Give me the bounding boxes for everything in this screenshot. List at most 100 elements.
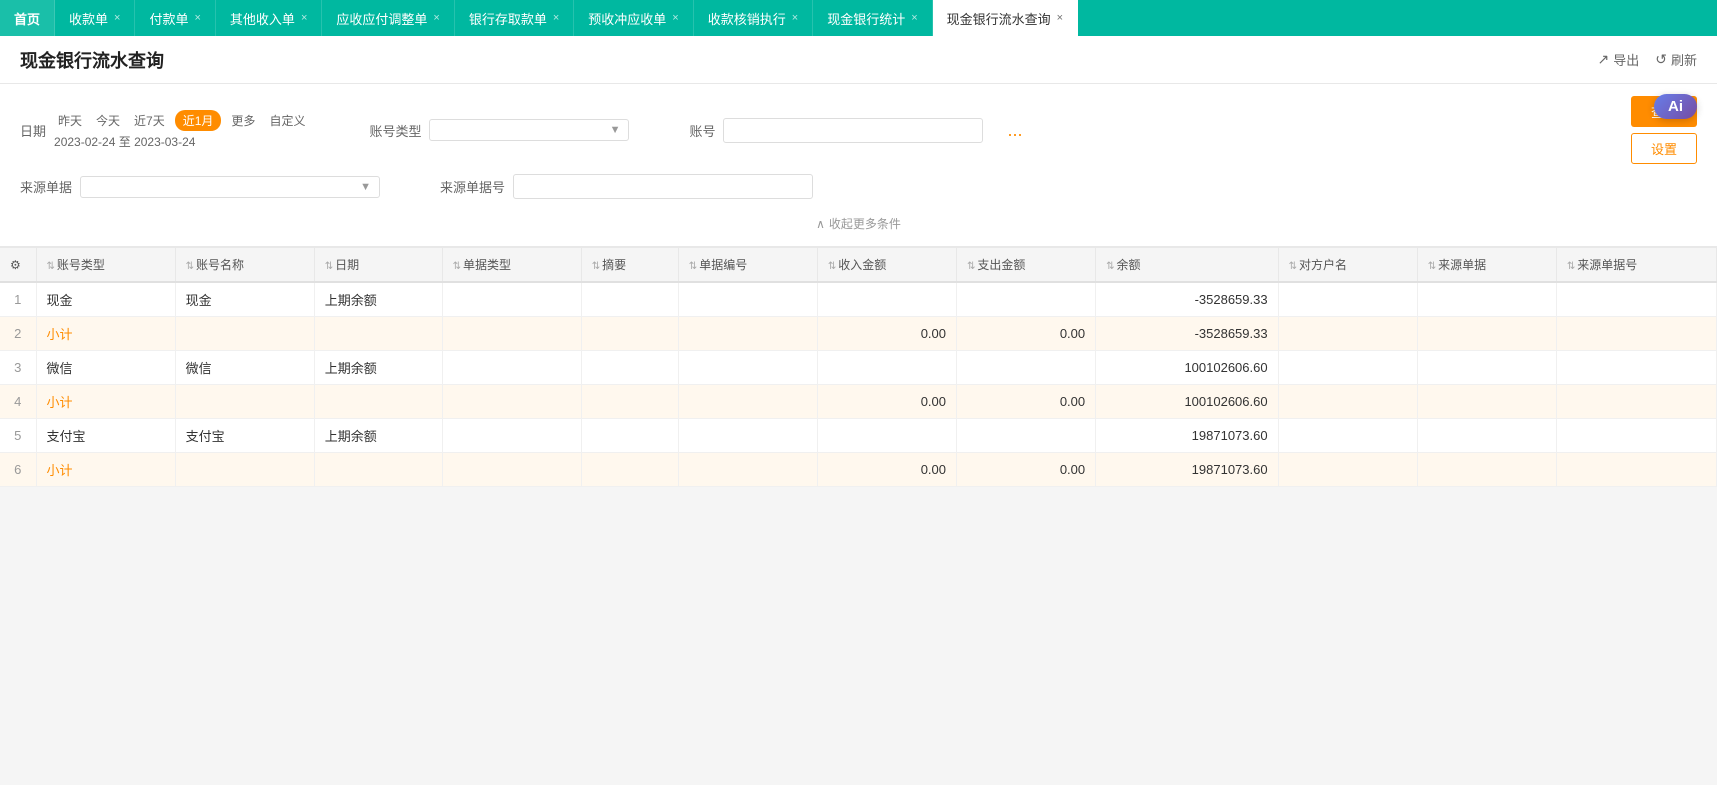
col-summary[interactable]: ⇅摘要: [581, 248, 678, 283]
cell-account_type: 现金: [36, 282, 175, 317]
col-income[interactable]: ⇅收入金额: [817, 248, 956, 283]
nav-tab-预收冲应收单[interactable]: 预收冲应收单×: [574, 0, 693, 36]
cell-date: [314, 385, 442, 419]
row-number: 2: [0, 317, 36, 351]
cell-source_doc: [1417, 419, 1556, 453]
page-title: 现金银行流水查询: [20, 47, 164, 73]
source-doc-no-input[interactable]: [513, 174, 813, 199]
col-counterparty[interactable]: ⇅对方户名: [1278, 248, 1417, 283]
col-balance[interactable]: ⇅余额: [1096, 248, 1278, 283]
export-icon: ↗: [1598, 51, 1610, 68]
tab-close-icon[interactable]: ×: [433, 12, 439, 24]
cell-income: 0.00: [817, 317, 956, 351]
nav-home[interactable]: 首页: [0, 0, 55, 36]
cell-date: 上期余额: [314, 419, 442, 453]
cell-account_name: [175, 385, 314, 419]
source-doc-select[interactable]: ▼: [80, 176, 380, 198]
col-account_name[interactable]: ⇅账号名称: [175, 248, 314, 283]
nav-tab-付款单[interactable]: 付款单×: [135, 0, 215, 36]
data-table: ⚙⇅账号类型⇅账号名称⇅日期⇅单据类型⇅摘要⇅单据编号⇅收入金额⇅支出金额⇅余额…: [0, 247, 1717, 487]
cell-source_doc: [1417, 385, 1556, 419]
table-row: 5支付宝支付宝上期余额19871073.60: [0, 419, 1717, 453]
ai-badge[interactable]: Ai: [1654, 94, 1697, 119]
cell-expense: 0.00: [957, 453, 1096, 487]
chevron-down-icon: ▼: [610, 124, 621, 136]
cell-source_doc_no: [1556, 317, 1716, 351]
refresh-button[interactable]: ↺ 刷新: [1655, 50, 1697, 69]
cell-expense: 0.00: [957, 385, 1096, 419]
date-shortcut-近1月[interactable]: 近1月: [175, 110, 222, 131]
nav-tab-应收应付调整单[interactable]: 应收应付调整单×: [322, 0, 454, 36]
table-area: ⚙⇅账号类型⇅账号名称⇅日期⇅单据类型⇅摘要⇅单据编号⇅收入金额⇅支出金额⇅余额…: [0, 247, 1717, 487]
tab-close-icon[interactable]: ×: [553, 12, 559, 24]
tab-close-icon[interactable]: ×: [1057, 12, 1063, 24]
chevron-up-icon: ∧: [816, 217, 825, 231]
sort-icon-doc_type: ⇅: [453, 261, 461, 272]
cell-date: 上期余额: [314, 282, 442, 317]
setting-button[interactable]: 设置: [1631, 133, 1697, 164]
cell-counterparty: [1278, 317, 1417, 351]
cell-doc_no: [678, 351, 817, 385]
nav-tab-现金银行统计[interactable]: 现金银行统计×: [813, 0, 932, 36]
cell-summary: [581, 385, 678, 419]
col-doc_type[interactable]: ⇅单据类型: [442, 248, 581, 283]
tab-close-icon[interactable]: ×: [301, 12, 307, 24]
col-expense[interactable]: ⇅支出金额: [957, 248, 1096, 283]
nav-tab-收款核销执行[interactable]: 收款核销执行×: [694, 0, 813, 36]
account-label: 账号: [689, 121, 715, 140]
cell-date: [314, 453, 442, 487]
col-doc_no[interactable]: ⇅单据编号: [678, 248, 817, 283]
nav-tab-收款单[interactable]: 收款单×: [55, 0, 135, 36]
date-shortcut-今天[interactable]: 今天: [92, 110, 124, 131]
date-shortcut-昨天[interactable]: 昨天: [54, 110, 86, 131]
cell-summary: [581, 317, 678, 351]
nav-tab-其他收入单[interactable]: 其他收入单×: [216, 0, 322, 36]
tab-close-icon[interactable]: ×: [194, 12, 200, 24]
filter-row-1: 日期 昨天今天近7天近1月更多自定义 2023-02-24 至 2023-03-…: [20, 96, 1697, 164]
cell-income: [817, 282, 956, 317]
col-source_doc_no[interactable]: ⇅来源单据号: [1556, 248, 1716, 283]
col-gear[interactable]: ⚙: [0, 248, 36, 283]
more-options-button[interactable]: ...: [1003, 120, 1026, 141]
sort-icon-source_doc: ⇅: [1428, 261, 1436, 272]
date-shortcut-更多[interactable]: 更多: [227, 110, 259, 131]
table-row: 1现金现金上期余额-3528659.33: [0, 282, 1717, 317]
top-nav: 首页 收款单×付款单×其他收入单×应收应付调整单×银行存取款单×预收冲应收单×收…: [0, 0, 1717, 36]
col-source_doc[interactable]: ⇅来源单据: [1417, 248, 1556, 283]
nav-tab-银行存取款单[interactable]: 银行存取款单×: [455, 0, 574, 36]
cell-date: 上期余额: [314, 351, 442, 385]
account-input[interactable]: [723, 118, 983, 143]
tab-close-icon[interactable]: ×: [911, 12, 917, 24]
collapse-bar[interactable]: ∧ 收起更多条件: [20, 209, 1697, 234]
source-doc-no-label: 来源单据号: [440, 177, 505, 196]
cell-source_doc: [1417, 282, 1556, 317]
date-shortcut-自定义[interactable]: 自定义: [265, 110, 309, 131]
date-shortcut-近7天[interactable]: 近7天: [130, 110, 169, 131]
cell-source_doc: [1417, 317, 1556, 351]
tab-close-icon[interactable]: ×: [792, 12, 798, 24]
account-type-select[interactable]: ▼: [429, 119, 629, 141]
export-button[interactable]: ↗ 导出: [1598, 50, 1640, 69]
cell-income: 0.00: [817, 385, 956, 419]
cell-counterparty: [1278, 385, 1417, 419]
nav-tab-现金银行流水查询[interactable]: 现金银行流水查询×: [933, 0, 1078, 36]
cell-source_doc_no: [1556, 453, 1716, 487]
cell-doc_no: [678, 453, 817, 487]
filter-area: 日期 昨天今天近7天近1月更多自定义 2023-02-24 至 2023-03-…: [0, 84, 1717, 247]
tab-close-icon[interactable]: ×: [114, 12, 120, 24]
cell-doc_type: [442, 317, 581, 351]
cell-account_type: 支付宝: [36, 419, 175, 453]
cell-summary: [581, 419, 678, 453]
cell-income: [817, 351, 956, 385]
cell-account_name: 支付宝: [175, 419, 314, 453]
sort-icon-summary: ⇅: [592, 261, 600, 272]
collapse-label: 收起更多条件: [829, 215, 901, 232]
col-date[interactable]: ⇅日期: [314, 248, 442, 283]
cell-summary: [581, 453, 678, 487]
account-filter-group: 账号: [689, 118, 983, 143]
source-doc-no-filter-group: 来源单据号: [440, 174, 813, 199]
cell-doc_type: [442, 419, 581, 453]
sort-icon-account_type: ⇅: [47, 261, 55, 272]
tab-close-icon[interactable]: ×: [672, 12, 678, 24]
col-account_type[interactable]: ⇅账号类型: [36, 248, 175, 283]
